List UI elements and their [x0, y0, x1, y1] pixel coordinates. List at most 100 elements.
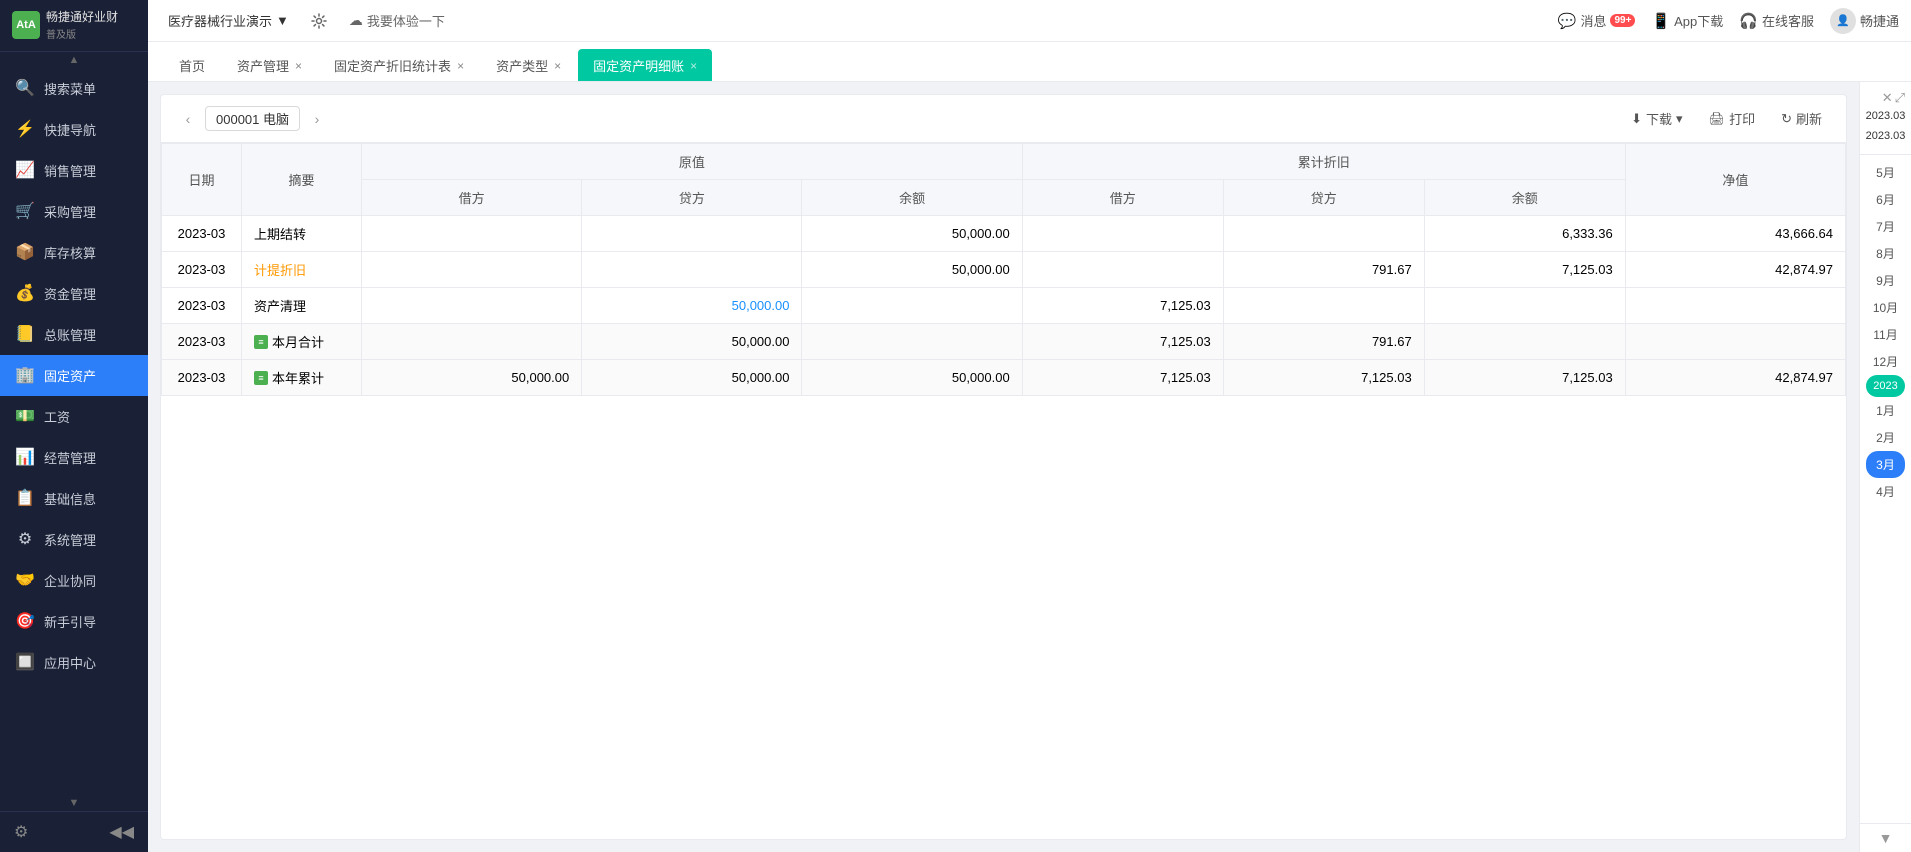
customer-service-button[interactable]: 🎧 在线客服	[1739, 11, 1814, 30]
cell-accum-credit	[1223, 216, 1424, 252]
tab-asset-type-close[interactable]: ×	[554, 60, 561, 72]
download-dropdown-icon: ▾	[1676, 111, 1683, 127]
sidebar-item-label: 销售管理	[44, 161, 96, 180]
timeline-month-2[interactable]: 2月	[1860, 424, 1911, 451]
collapse-sidebar-button[interactable]: ◀◀	[109, 822, 134, 842]
app-download-button[interactable]: 📱 App下载	[1651, 11, 1723, 30]
timeline-month-9[interactable]: 9月	[1860, 267, 1911, 294]
tab-asset-mgmt-close[interactable]: ×	[295, 60, 302, 72]
print-icon: 🖨	[1709, 111, 1726, 127]
header-orig-credit: 贷方	[582, 180, 802, 216]
timeline-month-7[interactable]: 7月	[1860, 213, 1911, 240]
sidebar-item-operation[interactable]: 📊 经营管理	[0, 437, 148, 478]
sidebar-footer: ⚙ ◀◀	[0, 811, 148, 852]
timeline-month-8[interactable]: 8月	[1860, 240, 1911, 267]
download-button[interactable]: ⬇ 下载 ▾	[1623, 105, 1690, 132]
timeline-month-3-active[interactable]: 3月	[1866, 451, 1905, 478]
sidebar-item-payroll[interactable]: 💵 工资	[0, 396, 148, 437]
header-accum-debit: 借方	[1022, 180, 1223, 216]
sidebar-item-label: 固定资产	[44, 366, 96, 385]
timeline-month-10[interactable]: 10月	[1860, 294, 1911, 321]
sidebar-item-purchase[interactable]: 🛒 采购管理	[0, 191, 148, 232]
sidebar-item-search[interactable]: 🔍 搜索菜单	[0, 68, 148, 109]
sidebar-item-label: 应用中心	[44, 653, 96, 672]
cell-original-debit: 50,000.00	[362, 360, 582, 396]
print-button[interactable]: 🖨 打印	[1701, 105, 1764, 132]
sidebar-item-label: 系统管理	[44, 530, 96, 549]
tab-asset-type[interactable]: 资产类型 ×	[481, 49, 576, 81]
timeline-nav-down[interactable]: ▼	[1876, 828, 1896, 848]
sidebar-item-label: 总账管理	[44, 325, 96, 344]
header-accum-balance: 余额	[1424, 180, 1625, 216]
messages-button[interactable]: 💬 消息 99+	[1558, 11, 1636, 30]
header-orig-debit: 借方	[362, 180, 582, 216]
header-accumulated-depreciation: 累计折旧	[1022, 144, 1625, 180]
user-avatar: 👤	[1830, 8, 1856, 34]
cell-original-debit	[362, 324, 582, 360]
cell-accum-balance: 7,125.03	[1424, 252, 1625, 288]
sidebar-item-inventory[interactable]: 📦 库存核算	[0, 232, 148, 273]
company-name: 医疗器械行业演示	[168, 11, 272, 30]
cell-original-balance: 50,000.00	[802, 360, 1022, 396]
sidebar-item-quicknav[interactable]: ⚡ 快捷导航	[0, 109, 148, 150]
sidebar-item-ledger[interactable]: 📒 总账管理	[0, 314, 148, 355]
timeline-month-4[interactable]: 4月	[1860, 478, 1911, 505]
timeline-date1: 2023.03	[1866, 106, 1906, 126]
cell-original-balance: 50,000.00	[802, 216, 1022, 252]
sidebar-item-newguide[interactable]: 🎯 新手引导	[0, 601, 148, 642]
timeline-month-6[interactable]: 6月	[1860, 186, 1911, 213]
sidebar-item-enterprise[interactable]: 🤝 企业协同	[0, 560, 148, 601]
refresh-button[interactable]: ↻ 刷新	[1773, 105, 1830, 132]
header-description: 摘要	[242, 144, 362, 216]
timeline-scroll[interactable]: 5月 6月 7月 8月 9月 10月 11月 12月 2023 1月 2月 3月…	[1860, 155, 1911, 823]
cell-accum-balance	[1424, 288, 1625, 324]
search-icon: 🔍	[16, 79, 34, 97]
cell-original-balance	[802, 288, 1022, 324]
inventory-icon: 📦	[16, 243, 34, 261]
sidebar-scroll-up[interactable]: ▲	[69, 54, 80, 66]
detail-panel: ‹ 000001 电脑 › ⬇ 下载 ▾ 🖨 打印	[160, 94, 1847, 840]
timeline-month-11[interactable]: 11月	[1860, 321, 1911, 348]
settings-button[interactable]	[305, 7, 333, 35]
cell-original-debit	[362, 252, 582, 288]
sidebar-scroll-down[interactable]: ▼	[69, 797, 80, 809]
sidebar-item-appcenter[interactable]: 🔲 应用中心	[0, 642, 148, 683]
tab-home[interactable]: 首页	[164, 49, 220, 81]
tab-asset-mgmt[interactable]: 资产管理 ×	[222, 49, 317, 81]
tab-fixed-detail-close[interactable]: ×	[690, 60, 697, 72]
tab-fixed-depreciation-close[interactable]: ×	[457, 60, 464, 72]
main-area: 医疗器械行业演示 ▼ ☁ 我要体验一下 💬 消息 99+ 📱 App下载 🎧 在…	[148, 0, 1911, 852]
asset-prev-button[interactable]: ‹	[177, 108, 199, 130]
cell-original-credit	[582, 252, 802, 288]
app-logo-icon: AtA	[12, 11, 40, 39]
sidebar-item-sales[interactable]: 📈 销售管理	[0, 150, 148, 191]
sidebar-item-system[interactable]: ⚙ 系统管理	[0, 519, 148, 560]
timeline-expand-button[interactable]: ⤢	[1895, 90, 1905, 106]
timeline-month-12[interactable]: 12月	[1860, 348, 1911, 375]
asset-code-display[interactable]: 000001 电脑	[205, 106, 300, 131]
settings-icon[interactable]: ⚙	[14, 822, 28, 842]
asset-next-button[interactable]: ›	[306, 108, 328, 130]
timeline-month-1[interactable]: 1月	[1860, 397, 1911, 424]
sidebar-item-fixedasset[interactable]: 🏢 固定资产	[0, 355, 148, 396]
tab-fixed-detail[interactable]: 固定资产明细账 ×	[578, 49, 712, 81]
cell-net-value	[1625, 324, 1845, 360]
tab-fixed-depreciation[interactable]: 固定资产折旧统计表 ×	[319, 49, 479, 81]
timeline-month-5[interactable]: 5月	[1860, 159, 1911, 186]
messages-label: 消息	[1580, 11, 1606, 30]
user-menu[interactable]: 👤 畅捷通	[1830, 8, 1899, 34]
content-area: ‹ 000001 电脑 › ⬇ 下载 ▾ 🖨 打印	[148, 82, 1911, 852]
timeline-header: ✕ ⤢ 2023.03 2023.03	[1860, 82, 1911, 155]
cell-date: 2023-03	[162, 288, 242, 324]
experience-button[interactable]: ☁ 我要体验一下	[341, 7, 453, 34]
sidebar-item-finance[interactable]: 💰 资金管理	[0, 273, 148, 314]
timeline-year-2023[interactable]: 2023	[1866, 375, 1905, 397]
company-selector[interactable]: 医疗器械行业演示 ▼	[160, 7, 297, 34]
cell-description: 计提折旧	[242, 252, 362, 288]
ledger-icon: 📒	[16, 325, 34, 343]
sidebar-item-label: 工资	[44, 407, 70, 426]
cell-net-value: 42,874.97	[1625, 252, 1845, 288]
timeline-close-button[interactable]: ✕	[1882, 90, 1893, 106]
topbar: 医疗器械行业演示 ▼ ☁ 我要体验一下 💬 消息 99+ 📱 App下载 🎧 在…	[148, 0, 1911, 42]
sidebar-item-basicinfo[interactable]: 📋 基础信息	[0, 478, 148, 519]
